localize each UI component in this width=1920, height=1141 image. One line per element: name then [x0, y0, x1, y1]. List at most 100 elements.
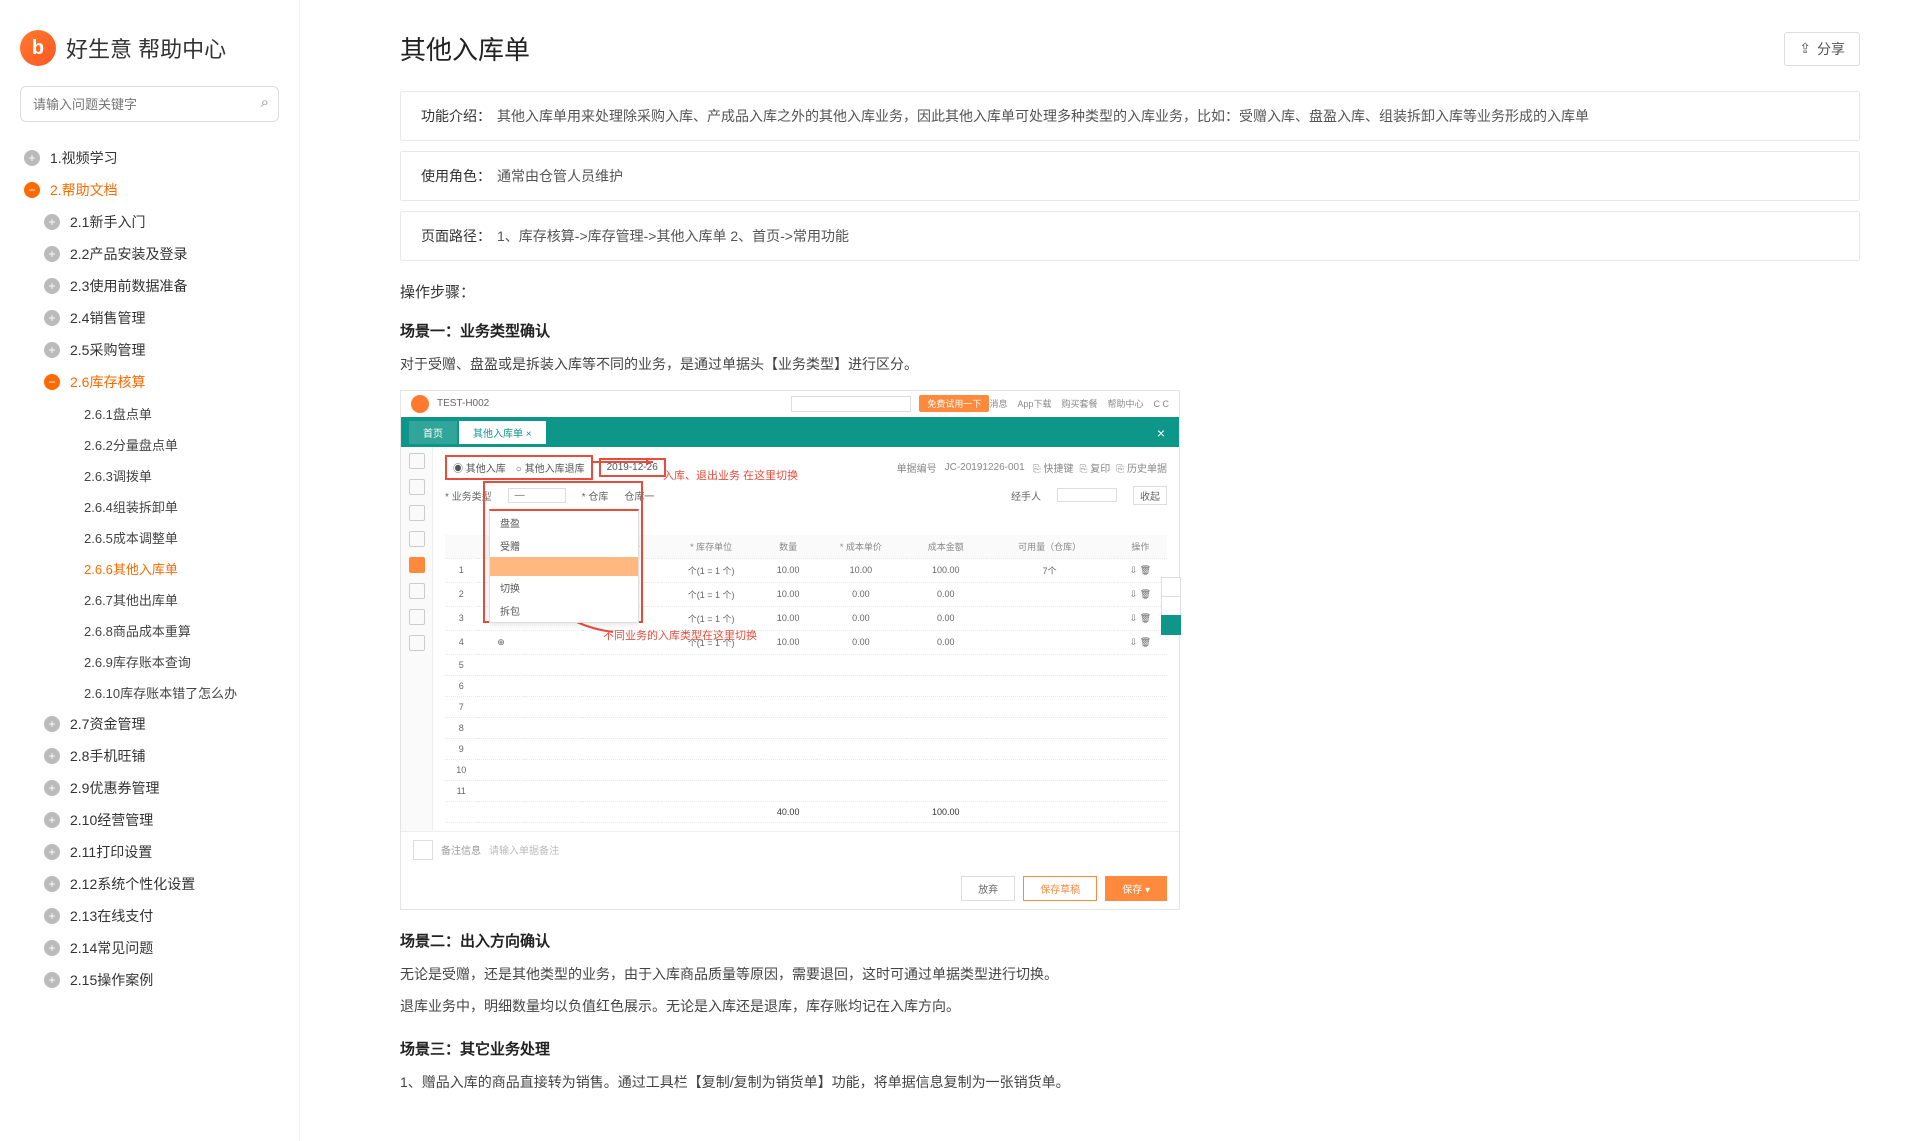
mock-th: 操作: [1114, 535, 1167, 559]
mock-dropdown-item[interactable]: 受赠: [490, 534, 638, 557]
mock-dropdown-item[interactable]: 切换: [490, 576, 638, 599]
search-input[interactable]: [20, 86, 279, 122]
mock-radio-in[interactable]: ◉ 其他入库: [453, 460, 506, 475]
embedded-screenshot: TEST-H002 免费试用一下 消息App下载购买套餐帮助中心C C 首页 其…: [400, 390, 1180, 910]
mock-toolbar-link[interactable]: ⎘ 快捷键: [1033, 460, 1074, 475]
nav-item[interactable]: 2.6.7其他出库单: [20, 584, 279, 615]
mock-top-link[interactable]: 消息: [989, 397, 1007, 410]
mock-note-input[interactable]: 请输入单据备注: [489, 842, 1167, 857]
info-path-val: 1、库存核算->库存管理->其他入库单 2、首页->常用功能: [497, 228, 849, 244]
info-role: 使用角色：通常由仓管人员维护: [400, 151, 1860, 201]
mock-collapse-btn[interactable]: 收起: [1133, 486, 1167, 505]
logo-icon: b: [20, 30, 56, 66]
info-intro: 功能介绍：其他入库单用来处理除采购入库、产成品入库之外的其他入库业务，因此其他入…: [400, 91, 1860, 141]
nav-item[interactable]: 2.12系统个性化设置: [20, 868, 279, 900]
table-row[interactable]: 7: [445, 696, 1167, 717]
mock-rail-icon[interactable]: [409, 479, 425, 495]
nav-item[interactable]: 2.6.10库存账本错了怎么办: [20, 677, 279, 708]
mock-tabbar: 首页 其他入库单 × ×: [401, 419, 1179, 447]
nav-item[interactable]: 2.6.6其他入库单: [20, 553, 279, 584]
mock-rail-icon[interactable]: [409, 609, 425, 625]
nav-item[interactable]: 2.4销售管理: [20, 302, 279, 334]
mock-top-link[interactable]: 帮助中心: [1107, 397, 1143, 410]
nav-item[interactable]: 2.7资金管理: [20, 708, 279, 740]
plus-icon: [44, 844, 60, 860]
mock-operator-input[interactable]: [1057, 488, 1117, 502]
mock-tool-icon[interactable]: [1161, 577, 1181, 597]
nav-item[interactable]: 2.8手机旺铺: [20, 740, 279, 772]
mock-top-link[interactable]: 购买套餐: [1061, 397, 1097, 410]
mock-tab-current[interactable]: 其他入库单 ×: [459, 421, 546, 444]
mock-rail-icon[interactable]: [409, 531, 425, 547]
mock-rail-icon[interactable]: [409, 453, 425, 469]
mock-rail-icon[interactable]: [409, 557, 425, 573]
mock-tab-close-icon[interactable]: ×: [1151, 425, 1171, 441]
nav-item[interactable]: 2.6库存核算: [20, 366, 279, 398]
mock-tool-icon[interactable]: [1161, 596, 1181, 616]
nav-label: 2.14常见问题: [70, 938, 279, 958]
note-icon: [413, 840, 433, 860]
mock-type-radio-group[interactable]: ◉ 其他入库 ○ 其他入库退库: [445, 455, 593, 480]
nav-item[interactable]: 2.6.3调拨单: [20, 460, 279, 491]
nav-item[interactable]: 2.6.2分量盘点单: [20, 429, 279, 460]
mock-toolbar-link[interactable]: ⎘ 历史单据: [1116, 460, 1167, 475]
plus-icon: [44, 780, 60, 796]
nav-item[interactable]: 2.14常见问题: [20, 932, 279, 964]
mock-right-toolbar: [1161, 577, 1181, 634]
mock-dropdown-item[interactable]: [490, 557, 638, 576]
minus-icon: [44, 374, 60, 390]
mock-save-button[interactable]: 保存 ▾: [1105, 876, 1167, 901]
nav-item[interactable]: 2.6.1盘点单: [20, 398, 279, 429]
annotation-label-2: 不同业务的入库类型在这里切换: [603, 627, 757, 643]
nav-item[interactable]: 1.视频学习: [20, 142, 279, 174]
mock-dropdown[interactable]: 盘盈受赠 切换拆包: [489, 509, 639, 623]
nav-label: 2.6.7其他出库单: [84, 590, 279, 609]
mock-trial-button[interactable]: 免费试用一下: [919, 395, 989, 412]
plus-icon: [44, 246, 60, 262]
nav-item[interactable]: 2.9优惠券管理: [20, 772, 279, 804]
nav-label: 2.帮助文档: [50, 180, 279, 200]
nav-item[interactable]: 2.3使用前数据准备: [20, 270, 279, 302]
nav-item[interactable]: 2.6.5成本调整单: [20, 522, 279, 553]
mock-tab-home[interactable]: 首页: [409, 421, 457, 444]
mock-top-link[interactable]: C C: [1154, 399, 1170, 409]
nav-label: 2.6.10库存账本错了怎么办: [84, 683, 279, 702]
table-row[interactable]: 11: [445, 780, 1167, 801]
mock-tool-icon[interactable]: [1161, 615, 1181, 635]
nav-item[interactable]: 2.15操作案例: [20, 964, 279, 996]
table-row[interactable]: 10: [445, 759, 1167, 780]
mock-rail-icon[interactable]: [409, 505, 425, 521]
table-row[interactable]: 8: [445, 717, 1167, 738]
mock-radio-return[interactable]: ○ 其他入库退库: [516, 460, 585, 475]
mock-draft-button[interactable]: 保存草稿: [1023, 876, 1097, 901]
mock-rail-icon[interactable]: [409, 635, 425, 651]
mock-rail-icon[interactable]: [409, 583, 425, 599]
nav-item[interactable]: 2.13在线支付: [20, 900, 279, 932]
nav-item[interactable]: 2.6.8商品成本重算: [20, 615, 279, 646]
nav-item[interactable]: 2.10经营管理: [20, 804, 279, 836]
mock-titlebar: TEST-H002 免费试用一下 消息App下载购买套餐帮助中心C C: [401, 391, 1179, 419]
search-icon[interactable]: ⌕: [261, 94, 269, 111]
table-row[interactable]: 9: [445, 738, 1167, 759]
main-content: 其他入库单 ⇪ 分享 功能介绍：其他入库单用来处理除采购入库、产成品入库之外的其…: [300, 0, 1920, 1141]
table-row[interactable]: 5: [445, 654, 1167, 675]
nav-item[interactable]: 2.1新手入门: [20, 206, 279, 238]
nav-item[interactable]: 2.5采购管理: [20, 334, 279, 366]
mock-giveup-button[interactable]: 放弃: [961, 876, 1015, 901]
nav-item[interactable]: 2.6.9库存账本查询: [20, 646, 279, 677]
table-row[interactable]: 6: [445, 675, 1167, 696]
mock-dropdown-item[interactable]: 拆包: [490, 599, 638, 622]
nav-item[interactable]: 2.11打印设置: [20, 836, 279, 868]
mock-top-search[interactable]: [791, 396, 911, 412]
nav-label: 2.6.9库存账本查询: [84, 652, 279, 671]
plus-icon: [44, 972, 60, 988]
mock-top-link[interactable]: App下载: [1017, 397, 1051, 410]
share-button[interactable]: ⇪ 分享: [1784, 32, 1860, 66]
nav-label: 2.6.6其他入库单: [84, 559, 279, 578]
nav-item[interactable]: 2.帮助文档: [20, 174, 279, 206]
annotation-label-1: 入库、退出业务 在这里切换: [663, 467, 798, 483]
mock-dropdown-item[interactable]: 盘盈: [490, 511, 638, 534]
mock-toolbar-link[interactable]: ⎘ 复印: [1079, 460, 1110, 475]
nav-item[interactable]: 2.2产品安装及登录: [20, 238, 279, 270]
nav-item[interactable]: 2.6.4组装拆卸单: [20, 491, 279, 522]
